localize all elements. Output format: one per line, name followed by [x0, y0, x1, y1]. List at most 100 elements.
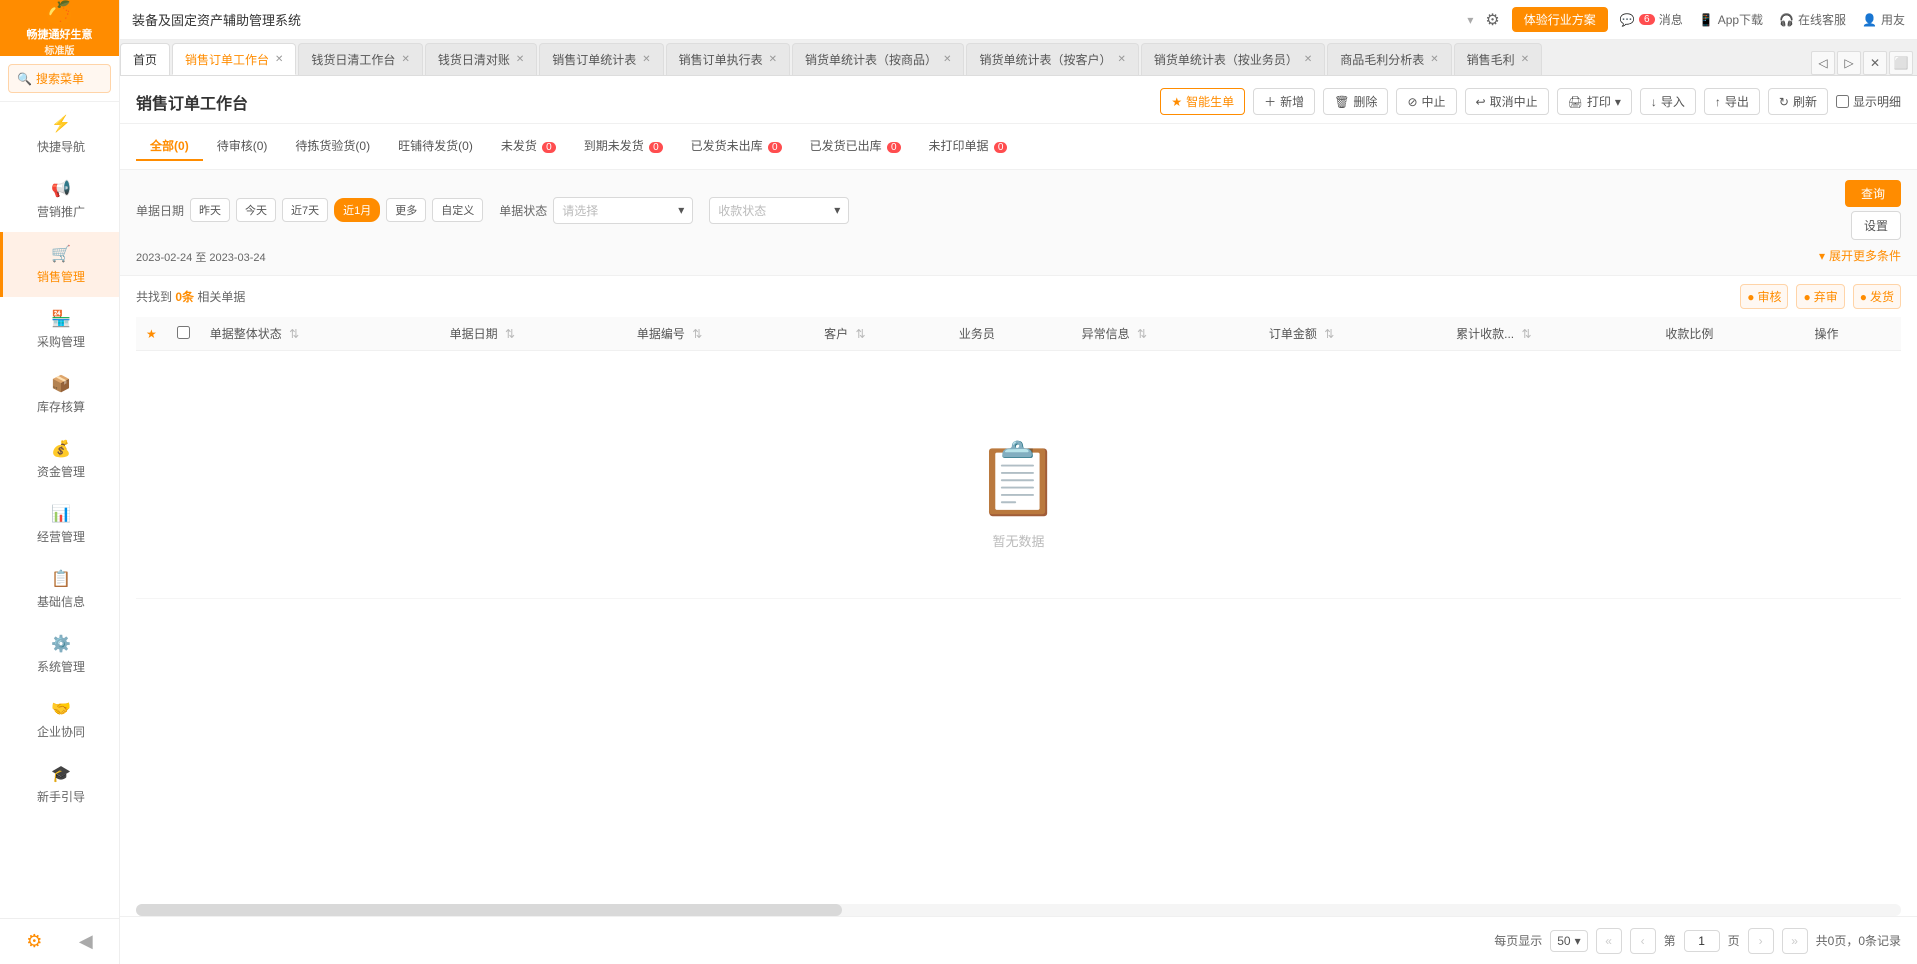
status-sort-icon[interactable]: ⇅ [289, 327, 299, 341]
tab-sales-profit-close[interactable]: ✕ [1521, 54, 1529, 65]
page-first-button[interactable]: « [1596, 928, 1622, 954]
sub-tab-all[interactable]: 全部(0) [136, 132, 203, 161]
sidebar-item-quick-nav[interactable]: ⚡ 快捷导航 [0, 102, 119, 167]
tab-product-margin-close[interactable]: ✕ [1430, 54, 1438, 65]
date-1month-btn[interactable]: 近1月 [334, 198, 380, 222]
date-sort-icon[interactable]: ⇅ [505, 327, 515, 341]
sub-tab-pending-review[interactable]: 待审核(0) [203, 132, 282, 161]
sidebar-item-ops[interactable]: 📊 经营管理 [0, 492, 119, 557]
tab-sales-sum-product[interactable]: 销货单统计表（按商品） ✕ [792, 43, 964, 75]
collapse-icon[interactable]: ◀ [79, 931, 93, 952]
topbar-gear-icon[interactable]: ⚙ [1485, 10, 1499, 30]
tab-sales-exec[interactable]: 销售订单执行表 ✕ [666, 43, 790, 75]
industry-solution-button[interactable]: 体验行业方案 [1512, 7, 1608, 32]
tab-sales-sum-staff[interactable]: 销货单统计表（按业务员） ✕ [1141, 43, 1325, 75]
add-button[interactable]: ＋ 新增 [1253, 88, 1315, 115]
query-button[interactable]: 查询 [1845, 180, 1901, 207]
sidebar-item-marketing[interactable]: 📢 营销推广 [0, 167, 119, 232]
tab-close-all[interactable]: ✕ [1863, 51, 1887, 75]
print-button[interactable]: 🖨 打印 ▾ [1557, 88, 1632, 115]
page-next-button[interactable]: › [1748, 928, 1774, 954]
tab-cash-daily-close[interactable]: ✕ [401, 54, 409, 65]
sub-tab-shipped-warehoused[interactable]: 已发货已出库 0 [796, 132, 915, 161]
scrollbar-thumb[interactable] [136, 904, 842, 916]
date-yesterday-btn[interactable]: 昨天 [190, 198, 230, 222]
tab-scroll-right[interactable]: ▷ [1837, 51, 1861, 75]
user-account-button[interactable]: 👤 用友 [1862, 11, 1905, 28]
cancel-stop-button[interactable]: ↩ 取消中止 [1465, 88, 1549, 115]
amount-sort-icon[interactable]: ⇅ [1324, 327, 1334, 341]
sidebar-item-sys[interactable]: ⚙️ 系统管理 [0, 622, 119, 687]
delete-button[interactable]: 🗑 删除 [1323, 88, 1388, 115]
date-today-btn[interactable]: 今天 [236, 198, 276, 222]
sidebar-item-purchase[interactable]: 🏪 采购管理 [0, 297, 119, 362]
tab-sales-exec-close[interactable]: ✕ [769, 54, 777, 65]
date-more-btn[interactable]: 更多 [386, 198, 426, 222]
abnormal-sort-icon[interactable]: ⇅ [1137, 327, 1147, 341]
number-sort-icon[interactable]: ⇅ [692, 327, 702, 341]
topbar-dropdown-icon[interactable]: ▾ [1467, 13, 1473, 27]
collected-sort-icon[interactable]: ⇅ [1522, 327, 1532, 341]
sub-tab-expired-not-shipped[interactable]: 到期未发货 0 [570, 132, 677, 161]
customer-sort-icon[interactable]: ⇅ [856, 327, 866, 341]
sub-tab-pending-inspect[interactable]: 待拣货验货(0) [281, 132, 384, 161]
settings-bottom-icon[interactable]: ⚙ [26, 931, 42, 952]
sub-tab-not-printed[interactable]: 未打印单据 0 [915, 132, 1022, 161]
stop-button[interactable]: ⊘ 中止 [1396, 88, 1456, 115]
date-7days-btn[interactable]: 近7天 [282, 198, 328, 222]
tab-cash-daily[interactable]: 钱货日清工作台 ✕ [298, 43, 422, 75]
messages-button[interactable]: 💬 6 消息 [1620, 11, 1683, 28]
tab-sales-sum-customer[interactable]: 销货单统计表（按客户） ✕ [966, 43, 1138, 75]
select-all-checkbox[interactable] [177, 326, 190, 339]
show-detail-input[interactable] [1836, 95, 1849, 108]
page-prev-button[interactable]: ‹ [1630, 928, 1656, 954]
smart-create-button[interactable]: ★ 智能生单 [1160, 88, 1245, 115]
quick-nav-icon: ⚡ [51, 114, 71, 134]
page-content: 销售订单工作台 ★ 智能生单 ＋ 新增 🗑 删除 ⊘ 中止 [120, 76, 1917, 964]
sidebar-item-sales[interactable]: 🛒 销售管理 [0, 232, 119, 297]
tab-cash-reconcile[interactable]: 钱货日清对账 ✕ [425, 43, 537, 75]
tab-sales-order-close[interactable]: ✕ [275, 54, 283, 65]
app-download-button[interactable]: 📱 App下载 [1699, 11, 1763, 28]
tab-sales-sum-product-close[interactable]: ✕ [943, 54, 951, 65]
status-filter-select[interactable]: 请选择 ▾ [553, 197, 693, 224]
sidebar-item-newbie[interactable]: 🎓 新手引导 [0, 752, 119, 817]
horizontal-scrollbar[interactable] [136, 904, 1901, 916]
sub-tab-not-shipped[interactable]: 未发货 0 [487, 132, 570, 161]
online-service-button[interactable]: 🎧 在线客服 [1779, 11, 1846, 28]
tab-scroll-left[interactable]: ◁ [1811, 51, 1835, 75]
tab-maximize[interactable]: ⬜ [1889, 51, 1913, 75]
sidebar-item-basic[interactable]: 📋 基础信息 [0, 557, 119, 622]
ship-op-button[interactable]: ● 发货 [1853, 284, 1901, 309]
tab-product-margin[interactable]: 商品毛利分析表 ✕ [1327, 43, 1451, 75]
expand-conditions-button[interactable]: ▾ 展开更多条件 [1819, 247, 1901, 264]
logo-text: 畅捷通好生意 [27, 26, 93, 42]
tab-sales-stat[interactable]: 销售订单统计表 ✕ [539, 43, 663, 75]
tab-sales-profit[interactable]: 销售毛利 ✕ [1454, 43, 1542, 75]
sidebar-item-finance[interactable]: 💰 资金管理 [0, 427, 119, 492]
page-number-input[interactable]: 1 [1684, 930, 1720, 952]
tab-sales-sum-staff-close[interactable]: ✕ [1304, 54, 1312, 65]
show-detail-checkbox[interactable]: 显示明细 [1836, 93, 1901, 110]
search-menu-button[interactable]: 🔍 搜索菜单 [8, 64, 111, 93]
tab-sales-stat-close[interactable]: ✕ [642, 54, 650, 65]
refresh-button[interactable]: ↻ 刷新 [1768, 88, 1828, 115]
import-button[interactable]: ↓ 导入 [1640, 88, 1696, 115]
export-button[interactable]: ↑ 导出 [1704, 88, 1760, 115]
sidebar-item-inventory[interactable]: 📦 库存核算 [0, 362, 119, 427]
tab-sales-sum-customer-close[interactable]: ✕ [1117, 54, 1125, 65]
sub-tab-shipped-not-warehoused[interactable]: 已发货未出库 0 [677, 132, 796, 161]
page-total-label: 共0页，0条记录 [1816, 932, 1901, 949]
date-custom-btn[interactable]: 自定义 [432, 198, 483, 222]
page-last-button[interactable]: » [1782, 928, 1808, 954]
cancel-review-op-button[interactable]: ● 弃审 [1796, 284, 1844, 309]
page-size-selector[interactable]: 50 ▾ [1550, 930, 1587, 952]
review-op-button[interactable]: ● 审核 [1740, 284, 1788, 309]
payment-filter-select[interactable]: 收款状态 ▾ [709, 197, 849, 224]
tab-sales-order[interactable]: 销售订单工作台 ✕ [172, 43, 296, 75]
sub-tab-wangpu-pending[interactable]: 旺铺待发货(0) [384, 132, 487, 161]
tab-cash-reconcile-close[interactable]: ✕ [516, 54, 524, 65]
sidebar-item-corp[interactable]: 🤝 企业协同 [0, 687, 119, 752]
tab-home[interactable]: 首页 [120, 43, 170, 75]
setting-button[interactable]: 设置 [1851, 211, 1901, 240]
